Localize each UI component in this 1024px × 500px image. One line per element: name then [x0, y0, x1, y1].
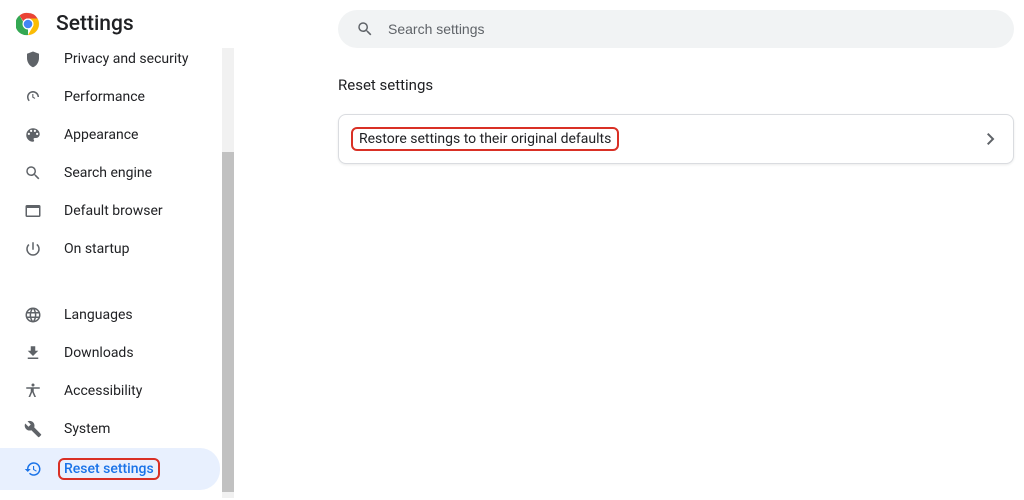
- highlight-box: Restore settings to their original defau…: [351, 127, 619, 151]
- restore-defaults-row[interactable]: Restore settings to their original defau…: [339, 115, 1013, 163]
- sidebar-item-on-startup[interactable]: On startup: [0, 230, 220, 268]
- sidebar-item-label: Default browser: [64, 203, 163, 219]
- section-title: Reset settings: [338, 76, 1014, 94]
- power-icon: [24, 240, 42, 258]
- restore-icon: [24, 460, 42, 478]
- nav-separator: [0, 268, 220, 296]
- main-content: Reset settings Restore settings to their…: [234, 48, 1024, 498]
- browser-icon: [24, 202, 42, 220]
- sidebar-item-label: Performance: [64, 89, 145, 105]
- palette-icon: [24, 126, 42, 144]
- sidebar-item-performance[interactable]: Performance: [0, 78, 220, 116]
- sidebar-item-label: Reset settings: [64, 461, 154, 477]
- sidebar-item-languages[interactable]: Languages: [0, 296, 220, 334]
- sidebar-item-label: Privacy and security: [64, 51, 188, 67]
- search-container[interactable]: [338, 10, 1014, 48]
- sidebar-item-accessibility[interactable]: Accessibility: [0, 372, 220, 410]
- search-icon: [356, 20, 374, 38]
- sidebar: Privacy and security Performance Appeara…: [0, 48, 234, 498]
- reset-settings-card: Restore settings to their original defau…: [338, 114, 1014, 164]
- search-input[interactable]: [388, 21, 996, 37]
- sidebar-item-downloads[interactable]: Downloads: [0, 334, 220, 372]
- restore-defaults-label: Restore settings to their original defau…: [357, 127, 619, 151]
- shield-icon: [24, 50, 42, 68]
- sidebar-item-search-engine[interactable]: Search engine: [0, 154, 220, 192]
- accessibility-icon: [24, 382, 42, 400]
- scrollbar-thumb[interactable]: [222, 152, 234, 492]
- sidebar-item-appearance[interactable]: Appearance: [0, 116, 220, 154]
- page-title: Settings: [56, 12, 134, 36]
- sidebar-item-label: System: [64, 421, 110, 437]
- sidebar-item-label: Appearance: [64, 127, 138, 143]
- chrome-logo-icon: [16, 12, 40, 36]
- speedometer-icon: [24, 88, 42, 106]
- scrollbar-track[interactable]: [222, 48, 234, 498]
- sidebar-item-label: On startup: [64, 241, 130, 257]
- sidebar-item-label: Search engine: [64, 165, 152, 181]
- search-icon: [24, 164, 42, 182]
- sidebar-item-default-browser[interactable]: Default browser: [0, 192, 220, 230]
- download-icon: [24, 344, 42, 362]
- highlight-box: Reset settings: [58, 458, 160, 480]
- sidebar-item-label: Languages: [64, 307, 133, 323]
- sidebar-item-label: Downloads: [64, 345, 134, 361]
- sidebar-item-label: Accessibility: [64, 383, 142, 399]
- chevron-right-icon: [987, 133, 995, 145]
- sidebar-item-reset-settings[interactable]: Reset settings: [0, 448, 220, 490]
- globe-icon: [24, 306, 42, 324]
- sidebar-item-system[interactable]: System: [0, 410, 220, 448]
- wrench-icon: [24, 420, 42, 438]
- sidebar-item-privacy-security[interactable]: Privacy and security: [0, 48, 220, 78]
